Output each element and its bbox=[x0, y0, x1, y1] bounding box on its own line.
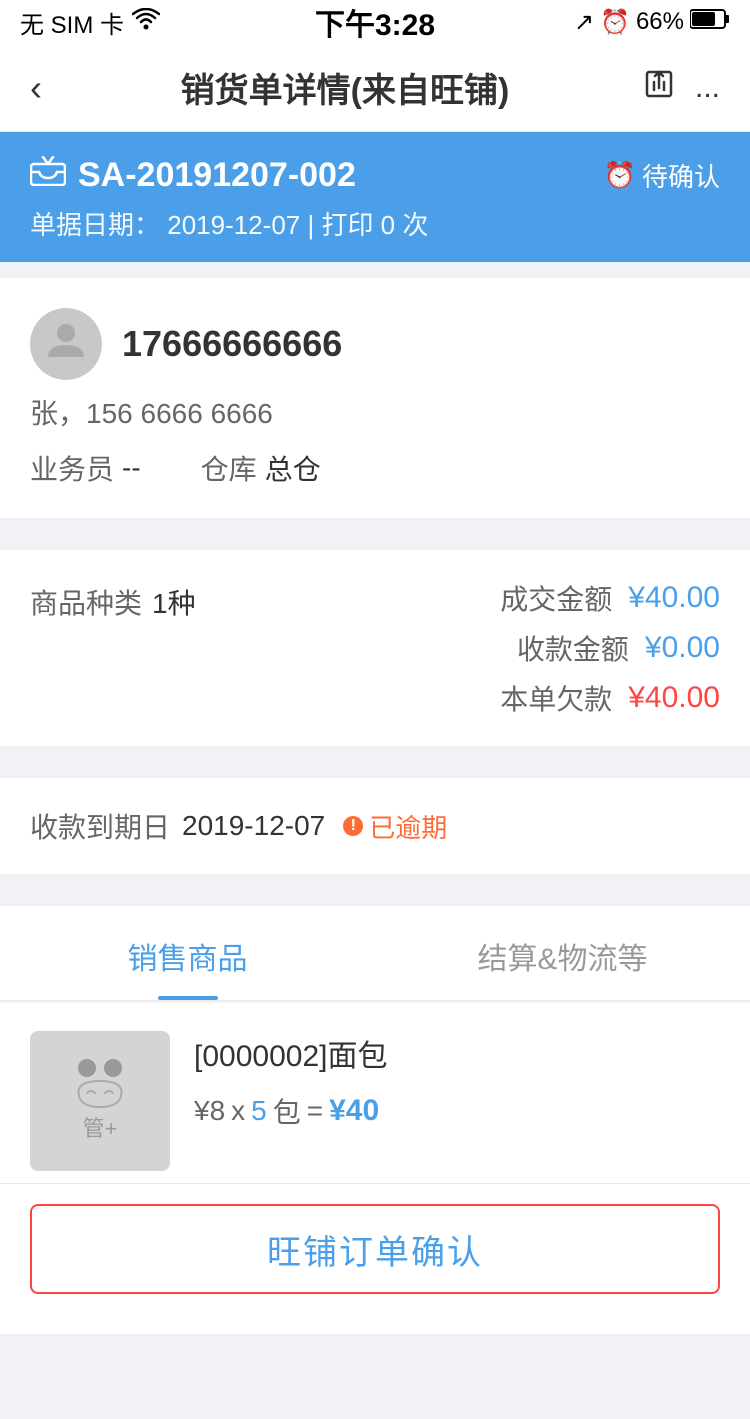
price-multiply: x bbox=[231, 1095, 245, 1127]
summary-left: 商品种类 1种 bbox=[30, 578, 500, 622]
order-number-text: SA-20191207-002 bbox=[78, 156, 356, 195]
status-bar: 无 SIM 卡 下午3:28 ↗ ⏰ 66% bbox=[0, 0, 750, 44]
battery-icon bbox=[690, 8, 730, 37]
overdue-exclamation: ! bbox=[351, 817, 356, 835]
sales-label: 业务员 bbox=[30, 448, 114, 488]
summary-right: 成交金额 ¥40.00 收款金额 ¥0.00 本单欠款 ¥40.00 bbox=[500, 578, 720, 718]
tab-sales-label: 销售商品 bbox=[128, 943, 248, 976]
receipt-amount: ¥0.00 bbox=[645, 631, 720, 665]
customer-top: 17666666666 bbox=[30, 308, 720, 380]
receipt-row: 收款金额 ¥0.00 bbox=[517, 628, 720, 668]
no-sim-text: 无 SIM 卡 bbox=[20, 5, 124, 40]
wifi-icon bbox=[132, 8, 160, 37]
order-status: ⏰ 待确认 bbox=[604, 157, 720, 194]
warehouse: 仓库 总仓 bbox=[201, 448, 321, 488]
overdue-dot-icon: ! bbox=[343, 816, 363, 836]
back-button[interactable]: ‹ bbox=[30, 67, 90, 109]
tab-sales-products[interactable]: 销售商品 bbox=[0, 906, 375, 1000]
product-type-value: 1种 bbox=[152, 582, 196, 622]
debt-label: 本单欠款 bbox=[500, 678, 612, 718]
status-text: 待确认 bbox=[642, 157, 720, 194]
due-date-card: 收款到期日 2019-12-07 ! 已逾期 bbox=[0, 778, 750, 874]
due-date-label: 收款到期日 bbox=[30, 806, 170, 846]
product-list: 管+ [0000002]面包 ¥8 x 5 包 = ¥40 bbox=[0, 1003, 750, 1199]
warehouse-value: 总仓 bbox=[265, 448, 321, 488]
confirm-order-button[interactable]: 旺铺订单确认 bbox=[30, 1204, 720, 1294]
tab-settlement-label: 结算&物流等 bbox=[477, 943, 647, 976]
product-name: [0000002]面包 bbox=[194, 1031, 720, 1075]
status-right: ↗ ⏰ 66% bbox=[574, 8, 730, 37]
separator-2 bbox=[0, 746, 750, 762]
order-header-card: SA-20191207-002 ⏰ 待确认 单据日期： 2019-12-07 |… bbox=[0, 132, 750, 262]
date-value: 2019-12-07 bbox=[167, 210, 300, 240]
brand-logo: 管+ bbox=[75, 1059, 125, 1143]
product-item: 管+ [0000002]面包 ¥8 x 5 包 = ¥40 bbox=[0, 1003, 750, 1199]
print-info: | 打印 0 次 bbox=[307, 210, 428, 240]
date-label: 单据日期： bbox=[30, 210, 160, 240]
transaction-row: 成交金额 ¥40.00 bbox=[500, 578, 720, 618]
price-unit: 包 bbox=[273, 1091, 301, 1131]
receipt-label: 收款金额 bbox=[517, 628, 629, 668]
summary-card: 商品种类 1种 成交金额 ¥40.00 收款金额 ¥0.00 本单欠款 ¥40.… bbox=[0, 550, 750, 746]
order-header-top: SA-20191207-002 ⏰ 待确认 bbox=[30, 156, 720, 195]
sales-person: 业务员 -- bbox=[30, 448, 141, 488]
status-left: 无 SIM 卡 bbox=[20, 5, 160, 40]
sales-value: -- bbox=[122, 452, 141, 484]
warehouse-label: 仓库 bbox=[201, 448, 257, 488]
overdue-text: 已逾期 bbox=[369, 808, 447, 845]
nav-bar: ‹ 销货单详情(来自旺铺) ... bbox=[0, 44, 750, 132]
battery-text: 66% bbox=[636, 8, 684, 36]
order-number-section: SA-20191207-002 bbox=[30, 156, 356, 195]
debt-amount: ¥40.00 bbox=[628, 681, 720, 715]
nav-actions: ... bbox=[600, 68, 720, 108]
transaction-label: 成交金额 bbox=[500, 578, 612, 618]
alarm-icon: ⏰ bbox=[600, 8, 630, 37]
price-quantity: 5 bbox=[251, 1095, 267, 1127]
owl-eyes bbox=[78, 1059, 122, 1077]
customer-phone: 17666666666 bbox=[122, 323, 342, 365]
brand-plus: 管+ bbox=[83, 1111, 118, 1143]
product-thumb-img: 管+ bbox=[30, 1031, 170, 1171]
price-per-unit: ¥8 bbox=[194, 1095, 225, 1127]
product-price-row: ¥8 x 5 包 = ¥40 bbox=[194, 1091, 720, 1131]
separator-1 bbox=[0, 518, 750, 534]
tab-settlement[interactable]: 结算&物流等 bbox=[375, 906, 750, 1000]
transaction-amount: ¥40.00 bbox=[628, 581, 720, 615]
product-thumbnail: 管+ bbox=[30, 1031, 170, 1171]
owl-eye-left bbox=[78, 1059, 96, 1077]
customer-meta: 业务员 -- 仓库 总仓 bbox=[30, 448, 720, 488]
price-total: ¥40 bbox=[329, 1094, 379, 1128]
share-icon[interactable] bbox=[643, 68, 675, 108]
bottom-button-container: 旺铺订单确认 bbox=[0, 1183, 750, 1334]
status-time: 下午3:28 bbox=[315, 0, 435, 44]
order-inbox-icon bbox=[30, 156, 66, 195]
avatar-icon bbox=[44, 317, 88, 371]
customer-name: 张，156 6666 6666 bbox=[30, 392, 720, 432]
customer-card: 17666666666 张，156 6666 6666 业务员 -- 仓库 总仓 bbox=[0, 278, 750, 518]
overdue-badge: ! 已逾期 bbox=[343, 808, 447, 845]
debt-row: 本单欠款 ¥40.00 bbox=[500, 678, 720, 718]
due-date-value: 2019-12-07 bbox=[182, 810, 325, 842]
tabs-container: 销售商品 结算&物流等 bbox=[0, 906, 750, 1001]
page-title: 销货单详情(来自旺铺) bbox=[90, 63, 600, 112]
separator-3 bbox=[0, 874, 750, 890]
price-equals: = bbox=[307, 1095, 323, 1127]
owl-eye-right bbox=[104, 1059, 122, 1077]
more-icon[interactable]: ... bbox=[695, 71, 720, 105]
customer-avatar bbox=[30, 308, 102, 380]
product-type-label: 商品种类 bbox=[30, 582, 142, 622]
order-date-row: 单据日期： 2019-12-07 | 打印 0 次 bbox=[30, 205, 720, 242]
location-icon: ↗ bbox=[574, 8, 594, 37]
product-info: [0000002]面包 ¥8 x 5 包 = ¥40 bbox=[194, 1031, 720, 1131]
status-clock-icon: ⏰ bbox=[604, 160, 636, 191]
